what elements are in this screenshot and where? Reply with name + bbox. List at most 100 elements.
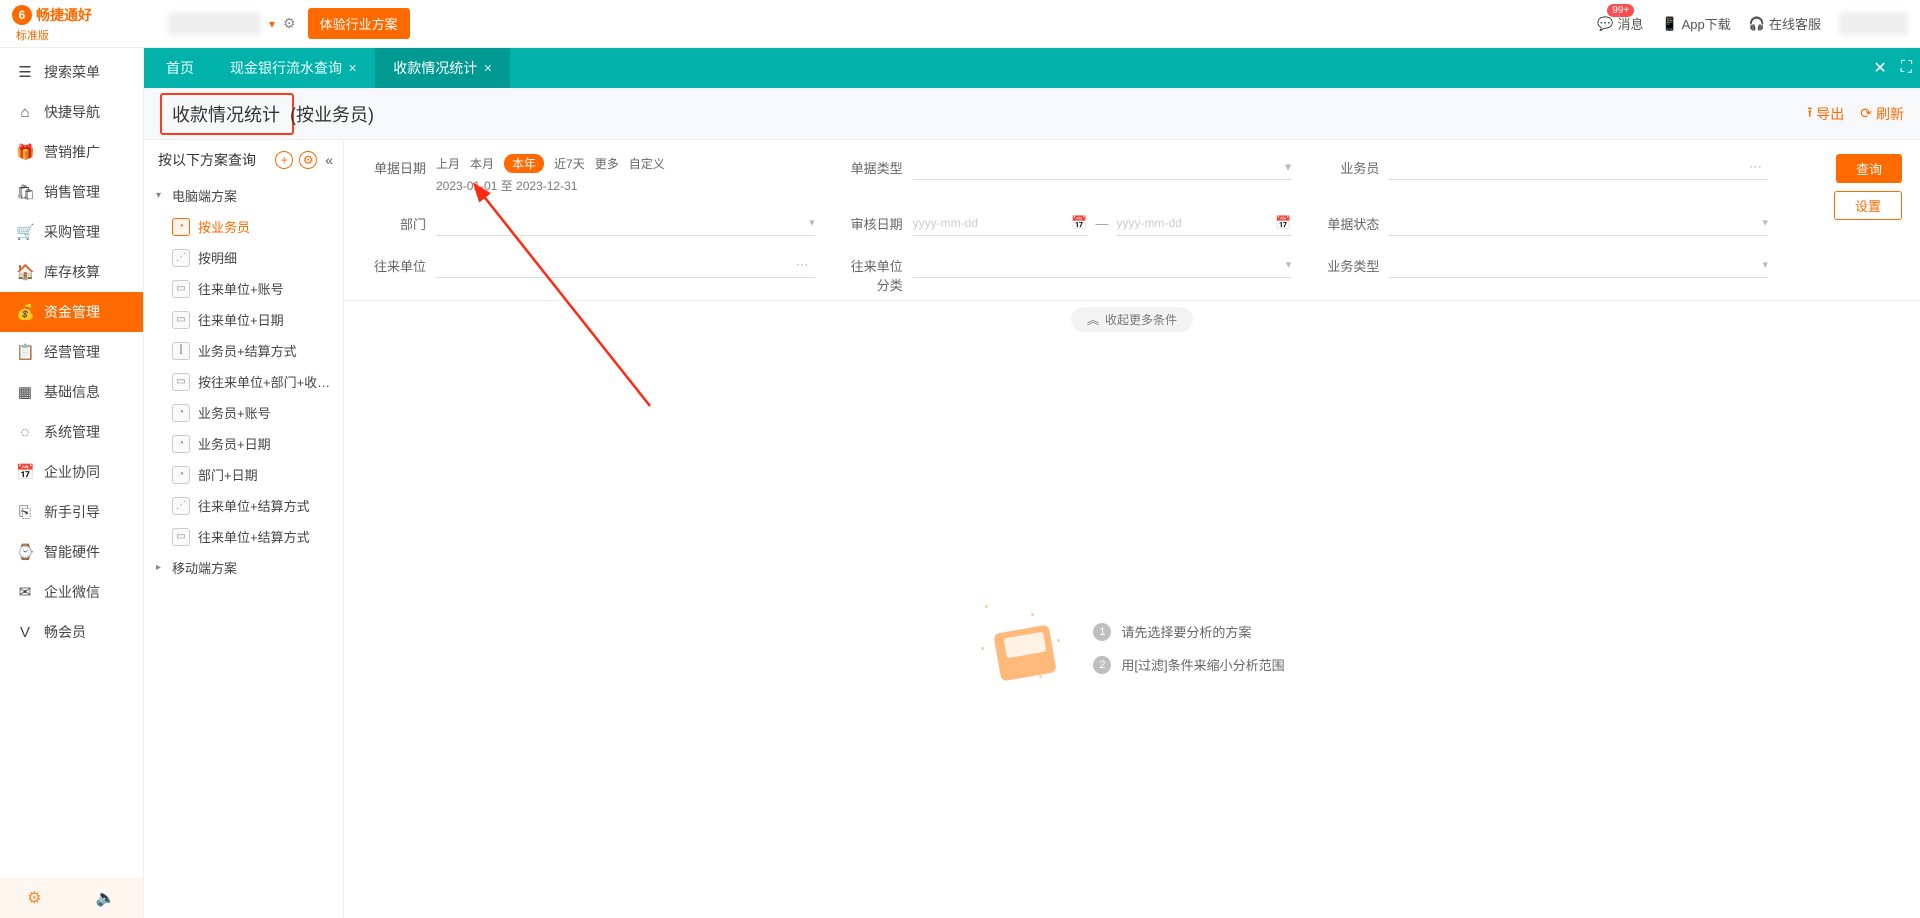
filter-salesman-label: 业务员 [1315, 154, 1379, 177]
query-button[interactable]: 查询 [1836, 154, 1902, 183]
close-icon[interactable]: ✕ [483, 62, 492, 75]
sidenav-item-4[interactable]: 🛒 采购管理 [0, 212, 143, 252]
experience-button[interactable]: 体验行业方案 [308, 8, 410, 39]
filter-partner: 往来单位 ⋯ [362, 252, 815, 278]
calendar-icon: 📅 [1071, 215, 1087, 231]
sidenav-item-9[interactable]: ◌ 系统管理 [0, 412, 143, 452]
gear-icon[interactable]: ⚙ [283, 15, 296, 32]
date-tab[interactable]: 自定义 [629, 155, 665, 172]
date-tab[interactable]: 本年 [504, 154, 544, 173]
sidenav-item-2[interactable]: 🎁营销推广 [0, 132, 143, 172]
date-tab[interactable]: 本月 [470, 155, 494, 172]
nav-icon: V [16, 624, 34, 641]
nav-label: 资金管理 [44, 302, 100, 322]
scheme-item-7[interactable]: ◔业务员+日期 [164, 428, 337, 459]
more-icon: ⋯ [1749, 159, 1764, 175]
audit-date-to-input[interactable] [1117, 216, 1199, 230]
audit-date-from[interactable]: 📅 [913, 210, 1088, 236]
caret-down-icon: ▾ [156, 190, 166, 201]
fullscreen-icon[interactable]: ⛶ [1901, 59, 1912, 77]
sound-icon[interactable]: 🔈 [96, 888, 116, 908]
sidenav-item-11[interactable]: ⎘新手引导 [0, 492, 143, 532]
close-all-tabs-icon[interactable]: ✕ [1873, 58, 1886, 78]
sidenav-item-6[interactable]: 💰资金管理 [0, 292, 143, 332]
tab-1[interactable]: 现金银行流水查询✕ [212, 48, 375, 88]
scheme-item-10[interactable]: ▭往来单位+结算方式 [164, 521, 337, 552]
tab-0[interactable]: 首页 [148, 48, 212, 88]
tree-group-pc[interactable]: ▾ 电脑端方案 [150, 180, 337, 211]
nav-label: 采购管理 [44, 222, 100, 242]
chevron-down-icon: ▾ [1762, 258, 1768, 271]
sidenav-item-10[interactable]: 📅企业协同 [0, 452, 143, 492]
sidenav-item-14[interactable]: V畅会员 [0, 612, 143, 652]
sidenav-item-13[interactable]: ✉企业微信 [0, 572, 143, 612]
scheme-item-icon: ⫿ [172, 342, 190, 360]
scheme-item-label: 按业务员 [198, 217, 250, 236]
filter-partner-cat-select[interactable]: ▾ [913, 252, 1292, 278]
sidenav-item-1[interactable]: ⌂快捷导航 [0, 92, 143, 132]
tree-group-mobile[interactable]: ▸ 移动端方案 [150, 552, 337, 583]
app-header: 6 畅捷通好 标准版 ▾ ⚙ 体验行业方案 💬 消息 99+ 📱 App下载 🎧… [0, 0, 1920, 48]
messages-button[interactable]: 💬 消息 99+ [1597, 14, 1643, 33]
scheme-item-icon: ⋰ [172, 249, 190, 267]
filter-partner-select[interactable]: ⋯ [436, 252, 815, 278]
app-download-button[interactable]: 📱 App下载 [1661, 14, 1730, 33]
nav-label: 营销推广 [44, 142, 100, 162]
scheme-settings-button[interactable]: ⚙ [299, 151, 317, 169]
filter-salesman: 业务员 ⋯ [1315, 154, 1768, 180]
nav-label: 经营管理 [44, 342, 100, 362]
audit-date-from-input[interactable] [913, 216, 995, 230]
filter-salesman-select[interactable]: ⋯ [1389, 154, 1768, 180]
date-tab[interactable]: 更多 [595, 155, 619, 172]
date-tab[interactable]: 上月 [436, 155, 460, 172]
sidenav-item-5[interactable]: 🏠库存核算 [0, 252, 143, 292]
scheme-item-3[interactable]: ▭往来单位+日期 [164, 304, 337, 335]
export-button[interactable]: ⭱导出 [1807, 102, 1844, 126]
filter-doc-status-select[interactable]: ▾ [1389, 210, 1768, 236]
filter-audit-date-label: 审核日期 [839, 210, 903, 233]
user-menu[interactable] [1839, 12, 1908, 35]
filter-doc-type-select[interactable]: ▾ [913, 154, 1292, 180]
settings-button[interactable]: 设置 [1834, 191, 1902, 220]
scheme-item-8[interactable]: ◔部门+日期 [164, 459, 337, 490]
sidenav-item-12[interactable]: ⌚智能硬件 [0, 532, 143, 572]
nav-label: 企业协同 [44, 462, 100, 482]
add-scheme-button[interactable]: + [275, 151, 293, 169]
sidenav-item-3[interactable]: 🛍销售管理 [0, 172, 143, 212]
scheme-item-icon: ⋰ [172, 497, 190, 515]
org-selector[interactable]: ▾ ⚙ [168, 12, 296, 35]
date-tab[interactable]: 近7天 [554, 155, 585, 172]
filter-partner-label: 往来单位 [362, 252, 426, 275]
nav-label: 系统管理 [44, 422, 100, 442]
tab-label: 收款情况统计 [393, 58, 477, 78]
refresh-button[interactable]: ⟳刷新 [1860, 102, 1904, 126]
scheme-item-icon: ▭ [172, 528, 190, 546]
nav-icon: ◌ [16, 424, 34, 441]
collapse-filters-button[interactable]: ︽ 收起更多条件 [1071, 307, 1193, 332]
scheme-item-0[interactable]: ◔按业务员 [164, 211, 337, 242]
filter-doc-date: 单据日期 上月本月本年近7天更多自定义 2023-01-01 至 2023-12… [362, 154, 815, 194]
audit-date-to[interactable]: 📅 [1117, 210, 1292, 236]
filter-audit-date: 审核日期 📅 — 📅 [839, 210, 1292, 236]
scheme-item-5[interactable]: ▭按往来单位+部门+收… [164, 366, 337, 397]
filter-biz-type-select[interactable]: ▾ [1389, 252, 1768, 278]
nav-icon: 🛒 [16, 223, 34, 241]
tab-2[interactable]: 收款情况统计 ✕ [375, 48, 510, 88]
scheme-item-6[interactable]: ◔业务员+账号 [164, 397, 337, 428]
scheme-item-2[interactable]: ▭往来单位+账号 [164, 273, 337, 304]
filter-doc-date-label: 单据日期 [362, 154, 426, 177]
nav-icon: ✉ [16, 583, 34, 601]
settings-icon[interactable]: ⚙ [27, 888, 41, 908]
filter-dept-select[interactable]: ▾ [436, 210, 815, 236]
scheme-item-9[interactable]: ⋰往来单位+结算方式 [164, 490, 337, 521]
scheme-item-4[interactable]: ⫿业务员+结算方式 [164, 335, 337, 366]
collapse-panel-button[interactable]: « [325, 152, 333, 168]
sidenav-item-0[interactable]: ☰搜索菜单 [0, 52, 143, 92]
scheme-item-1[interactable]: ⋰按明细 [164, 242, 337, 273]
date-range-tabs[interactable]: 上月本月本年近7天更多自定义 [436, 154, 815, 173]
support-button[interactable]: 🎧 在线客服 [1749, 14, 1821, 33]
sidenav-item-8[interactable]: ▦基础信息 [0, 372, 143, 412]
sidenav-item-7[interactable]: 📋经营管理 [0, 332, 143, 372]
close-icon[interactable]: ✕ [348, 62, 357, 75]
empty-state: 1请先选择要分析的方案 2用[过滤]条件来缩小分析范围 [344, 338, 1920, 918]
